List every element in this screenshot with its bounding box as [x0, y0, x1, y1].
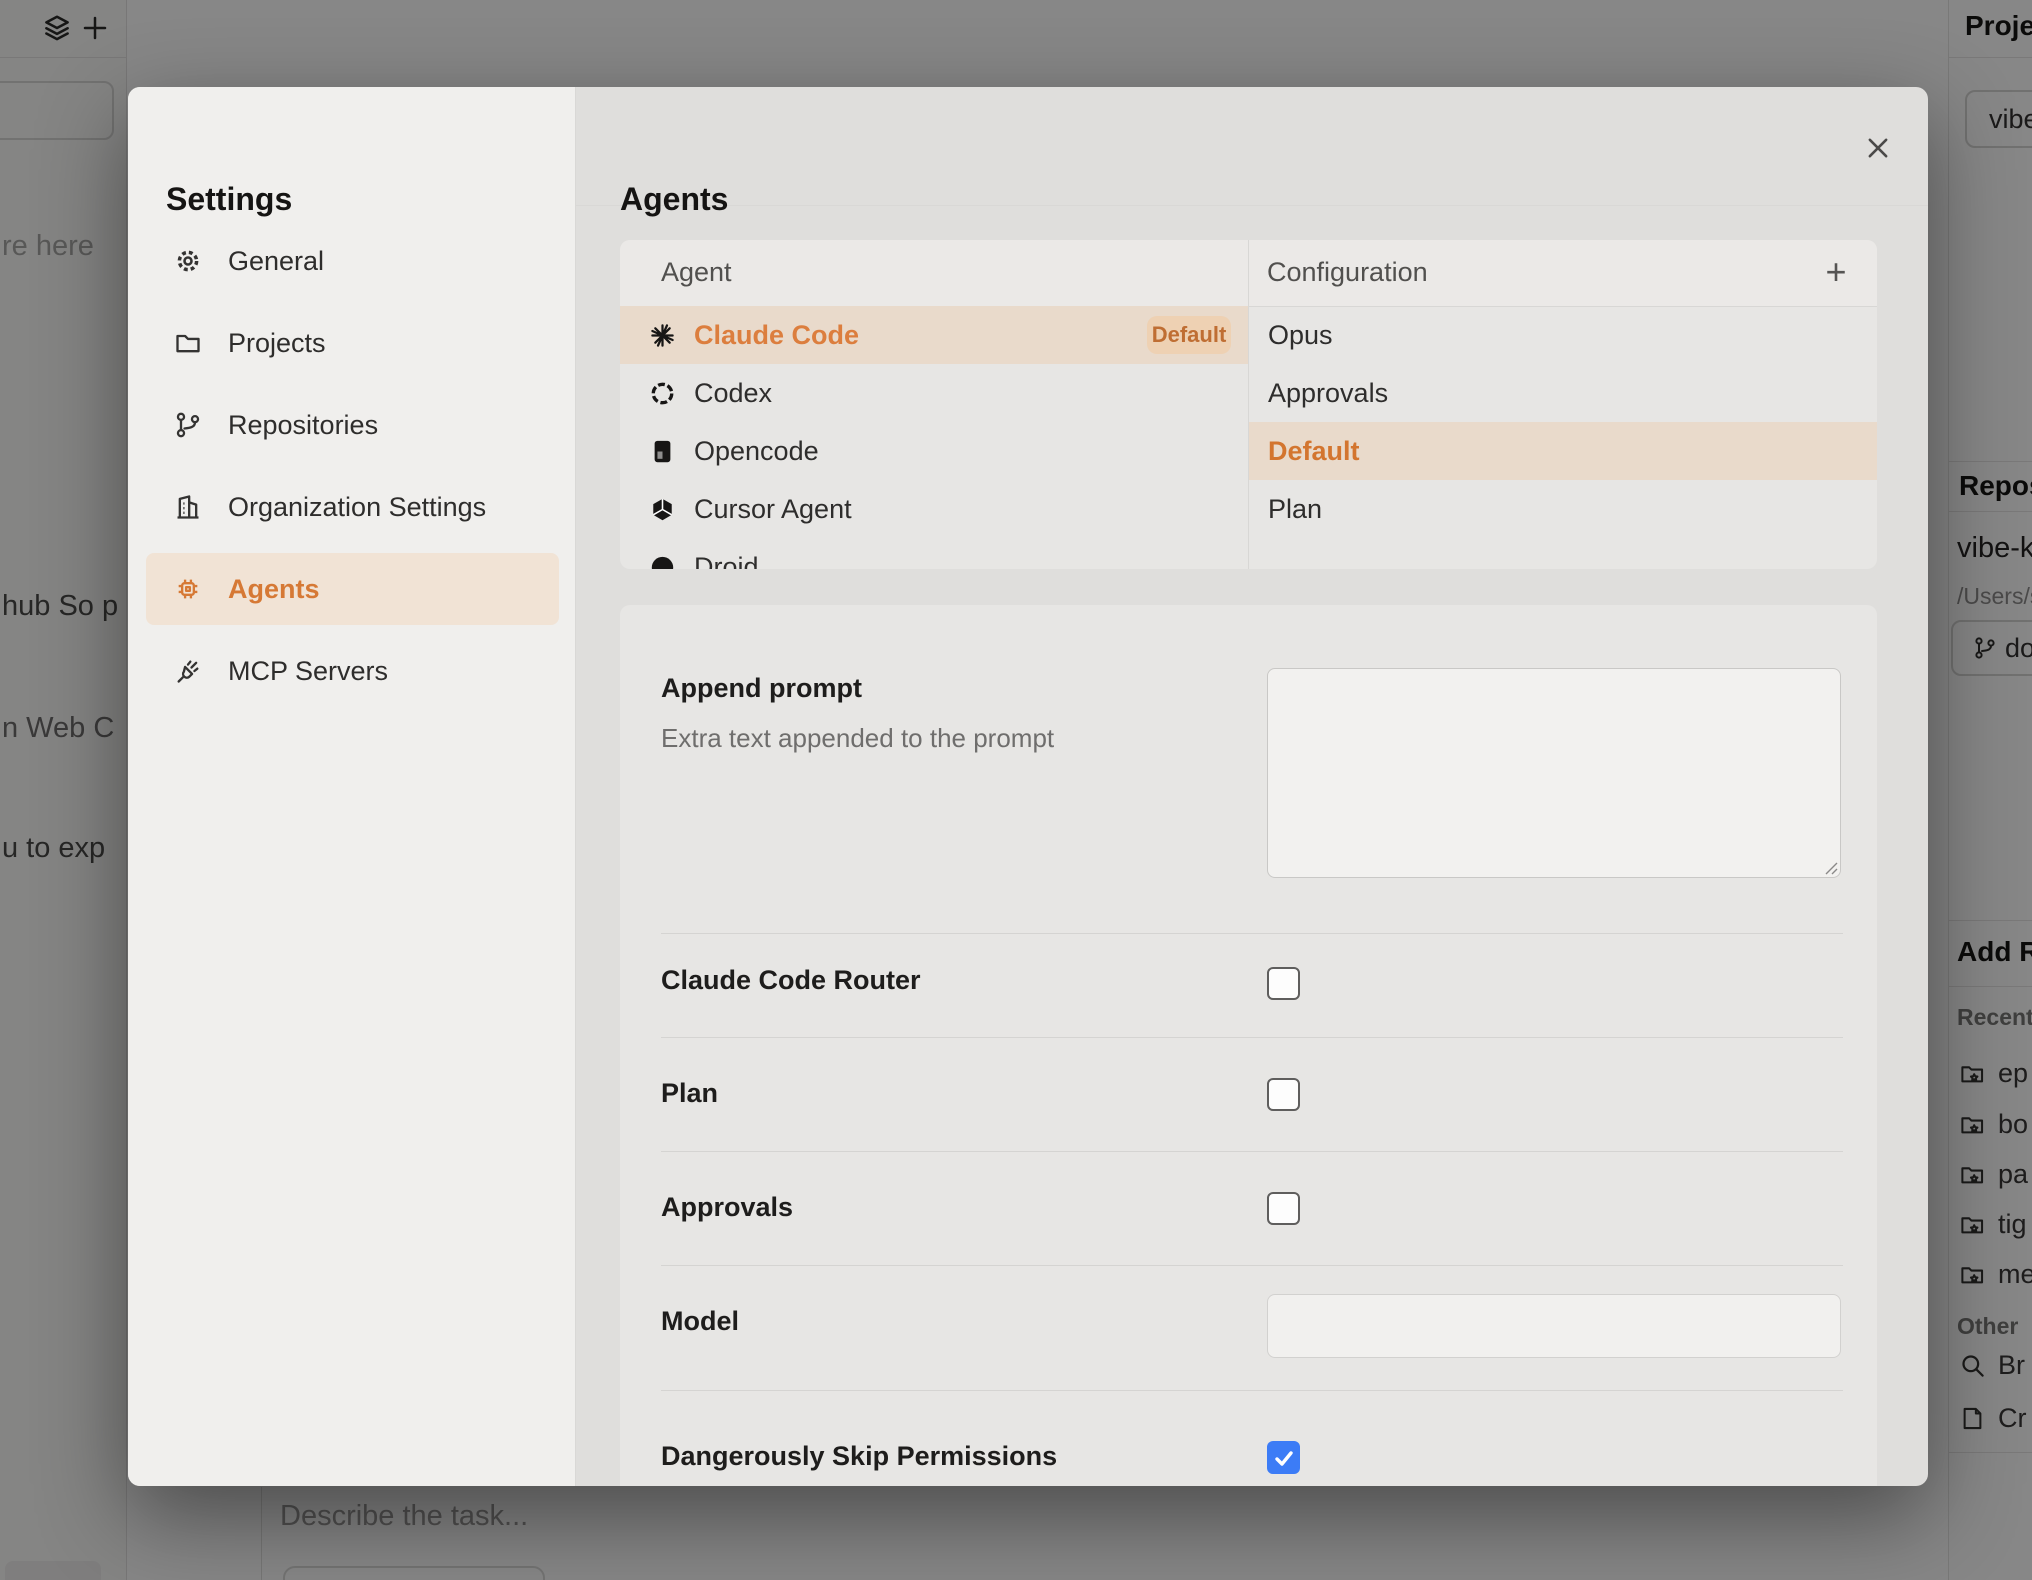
agent-name: Opencode [694, 436, 819, 467]
sidebar-item-label: Repositories [228, 410, 378, 441]
building-icon [174, 493, 202, 521]
divider [661, 1037, 1843, 1038]
default-badge: Default [1147, 316, 1231, 354]
skip-permissions-label: Dangerously Skip Permissions [661, 1441, 1057, 1472]
config-row-approvals[interactable]: Approvals [1249, 364, 1877, 422]
approvals-checkbox[interactable] [1267, 1192, 1300, 1225]
sidebar-item-label: Projects [228, 328, 326, 359]
plan-label: Plan [661, 1078, 718, 1109]
configuration-column-header: Configuration [1267, 257, 1428, 288]
agent-row-codex[interactable]: Codex [620, 364, 1248, 422]
agent-list: Claude Code Default Codex Opencode Curso… [620, 306, 1248, 569]
append-prompt-description: Extra text appended to the prompt [661, 723, 1054, 754]
agent-row-droid[interactable]: Droid [620, 538, 1248, 569]
configuration-list: Opus Approvals Default Plan [1249, 306, 1877, 538]
claude-code-router-checkbox[interactable] [1267, 967, 1300, 1000]
skip-permissions-checkbox[interactable] [1267, 1441, 1300, 1474]
agent-column-header: Agent [661, 257, 732, 288]
config-row-default[interactable]: Default [1249, 422, 1877, 480]
cursor-icon [649, 496, 676, 523]
opencode-icon [649, 438, 676, 465]
agent-row-cursor-agent[interactable]: Cursor Agent [620, 480, 1248, 538]
agent-row-claude-code[interactable]: Claude Code Default [620, 306, 1248, 364]
plug-icon [174, 657, 202, 685]
agents-table: Agent Configuration + Claude Code Defaul… [620, 240, 1877, 569]
agent-name: Droid [694, 552, 759, 570]
git-branch-icon [174, 411, 202, 439]
folder-icon [174, 329, 202, 357]
resize-grip-icon[interactable] [1823, 860, 1839, 876]
sidebar-item-mcp-servers[interactable]: MCP Servers [146, 635, 559, 707]
sidebar-item-label: MCP Servers [228, 656, 388, 687]
append-prompt-label: Append prompt [661, 673, 862, 704]
divider [1248, 240, 1249, 569]
sidebar-item-label: Organization Settings [228, 492, 486, 523]
check-icon [1272, 1446, 1296, 1470]
claude-icon [649, 322, 676, 349]
agent-name: Cursor Agent [694, 494, 852, 525]
sidebar-item-repositories[interactable]: Repositories [146, 389, 559, 461]
close-icon [1864, 134, 1892, 162]
sidebar-item-organization-settings[interactable]: Organization Settings [146, 471, 559, 543]
approvals-label: Approvals [661, 1192, 793, 1223]
agent-name: Claude Code [694, 320, 859, 351]
plan-checkbox[interactable] [1267, 1078, 1300, 1111]
settings-sidebar: Settings General Projects Repositories O… [128, 87, 576, 1486]
append-prompt-textarea[interactable] [1267, 668, 1841, 878]
add-configuration-button[interactable]: + [1816, 252, 1856, 292]
close-button[interactable] [1858, 128, 1898, 168]
model-input[interactable] [1267, 1294, 1841, 1358]
gear-icon [174, 247, 202, 275]
sidebar-item-agents[interactable]: Agents [146, 553, 559, 625]
divider [661, 1390, 1843, 1391]
cpu-chip-icon [174, 575, 202, 603]
agent-row-opencode[interactable]: Opencode [620, 422, 1248, 480]
config-row-opus[interactable]: Opus [1249, 306, 1877, 364]
settings-title: Settings [166, 181, 292, 218]
sidebar-item-general[interactable]: General [146, 225, 559, 297]
sidebar-item-projects[interactable]: Projects [146, 307, 559, 379]
model-label: Model [661, 1306, 739, 1337]
sidebar-item-label: General [228, 246, 324, 277]
divider [661, 933, 1843, 934]
openai-icon [649, 380, 676, 407]
divider [661, 1151, 1843, 1152]
app-screen: re here hub So p n Web C u to exp Descri… [0, 0, 2032, 1580]
droid-icon [649, 554, 676, 570]
sidebar-item-label: Agents [228, 574, 320, 605]
divider [661, 1265, 1843, 1266]
page-title: Agents [620, 181, 728, 218]
claude-code-router-label: Claude Code Router [661, 965, 921, 996]
agent-config-form: Append prompt Extra text appended to the… [620, 605, 1877, 1486]
agent-name: Codex [694, 378, 772, 409]
settings-dialog: Settings General Projects Repositories O… [128, 87, 1928, 1486]
config-row-plan[interactable]: Plan [1249, 480, 1877, 538]
